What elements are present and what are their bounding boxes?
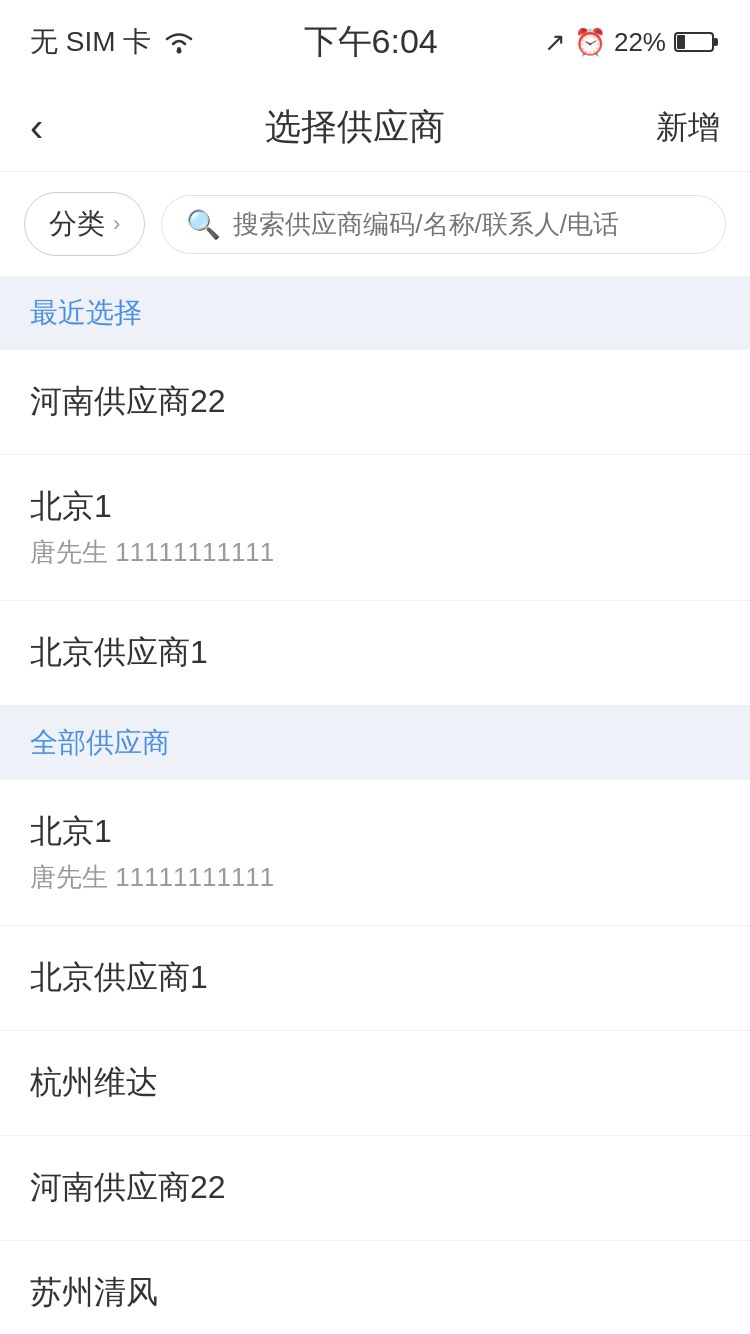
battery-label: 22% — [614, 27, 666, 58]
list-item[interactable]: 河南供应商22 — [0, 1136, 750, 1241]
search-input[interactable] — [233, 209, 701, 240]
svg-rect-3 — [677, 35, 685, 49]
item-sub: 唐先生 11111111111 — [30, 535, 720, 570]
add-button[interactable]: 新增 — [656, 106, 720, 150]
wifi-icon — [161, 29, 197, 55]
svg-point-0 — [177, 49, 182, 54]
category-arrow-icon: › — [113, 211, 120, 237]
status-bar: 无 SIM 卡 下午6:04 ↗ ⏰ 22% — [0, 0, 750, 84]
list-item[interactable]: 杭州维达 — [0, 1031, 750, 1136]
status-time: 下午6:04 — [304, 19, 438, 65]
section-header-recent: 最近选择 — [0, 276, 750, 350]
section-header-all: 全部供应商 — [0, 706, 750, 780]
list-item[interactable]: 北京1 唐先生 11111111111 — [0, 780, 750, 926]
battery-icon — [674, 30, 720, 54]
alarm-icon: ⏰ — [574, 27, 606, 58]
item-name: 河南供应商22 — [30, 380, 720, 424]
status-right: ↗ ⏰ 22% — [544, 27, 720, 58]
status-left: 无 SIM 卡 — [30, 23, 197, 61]
no-sim-label: 无 SIM 卡 — [30, 23, 151, 61]
back-button[interactable]: ‹ — [20, 95, 53, 160]
list-item[interactable]: 北京供应商1 — [0, 926, 750, 1031]
nav-bar: ‹ 选择供应商 新增 — [0, 84, 750, 172]
location-icon: ↗ — [544, 27, 566, 58]
category-button[interactable]: 分类 › — [24, 192, 145, 256]
item-name: 杭州维达 — [30, 1061, 720, 1105]
category-label: 分类 — [49, 205, 105, 243]
list-item[interactable]: 北京供应商1 — [0, 601, 750, 706]
page-title: 选择供应商 — [265, 103, 445, 152]
list-item[interactable]: 苏州清风 — [0, 1241, 750, 1334]
search-icon: 🔍 — [186, 208, 221, 241]
content-area: 最近选择河南供应商22 北京1 唐先生 11111111111 北京供应商1 全部供应商… — [0, 276, 750, 1334]
item-name: 北京1 — [30, 485, 720, 529]
search-box[interactable]: 🔍 — [161, 195, 726, 254]
item-name: 北京供应商1 — [30, 631, 720, 675]
list-item[interactable]: 北京1 唐先生 11111111111 — [0, 455, 750, 601]
filter-bar: 分类 › 🔍 — [0, 172, 750, 276]
item-name: 北京1 — [30, 810, 720, 854]
item-name: 北京供应商1 — [30, 956, 720, 1000]
item-sub: 唐先生 11111111111 — [30, 860, 720, 895]
item-name: 河南供应商22 — [30, 1166, 720, 1210]
svg-rect-2 — [713, 38, 718, 46]
list-item[interactable]: 河南供应商22 — [0, 350, 750, 455]
item-name: 苏州清风 — [30, 1271, 720, 1315]
